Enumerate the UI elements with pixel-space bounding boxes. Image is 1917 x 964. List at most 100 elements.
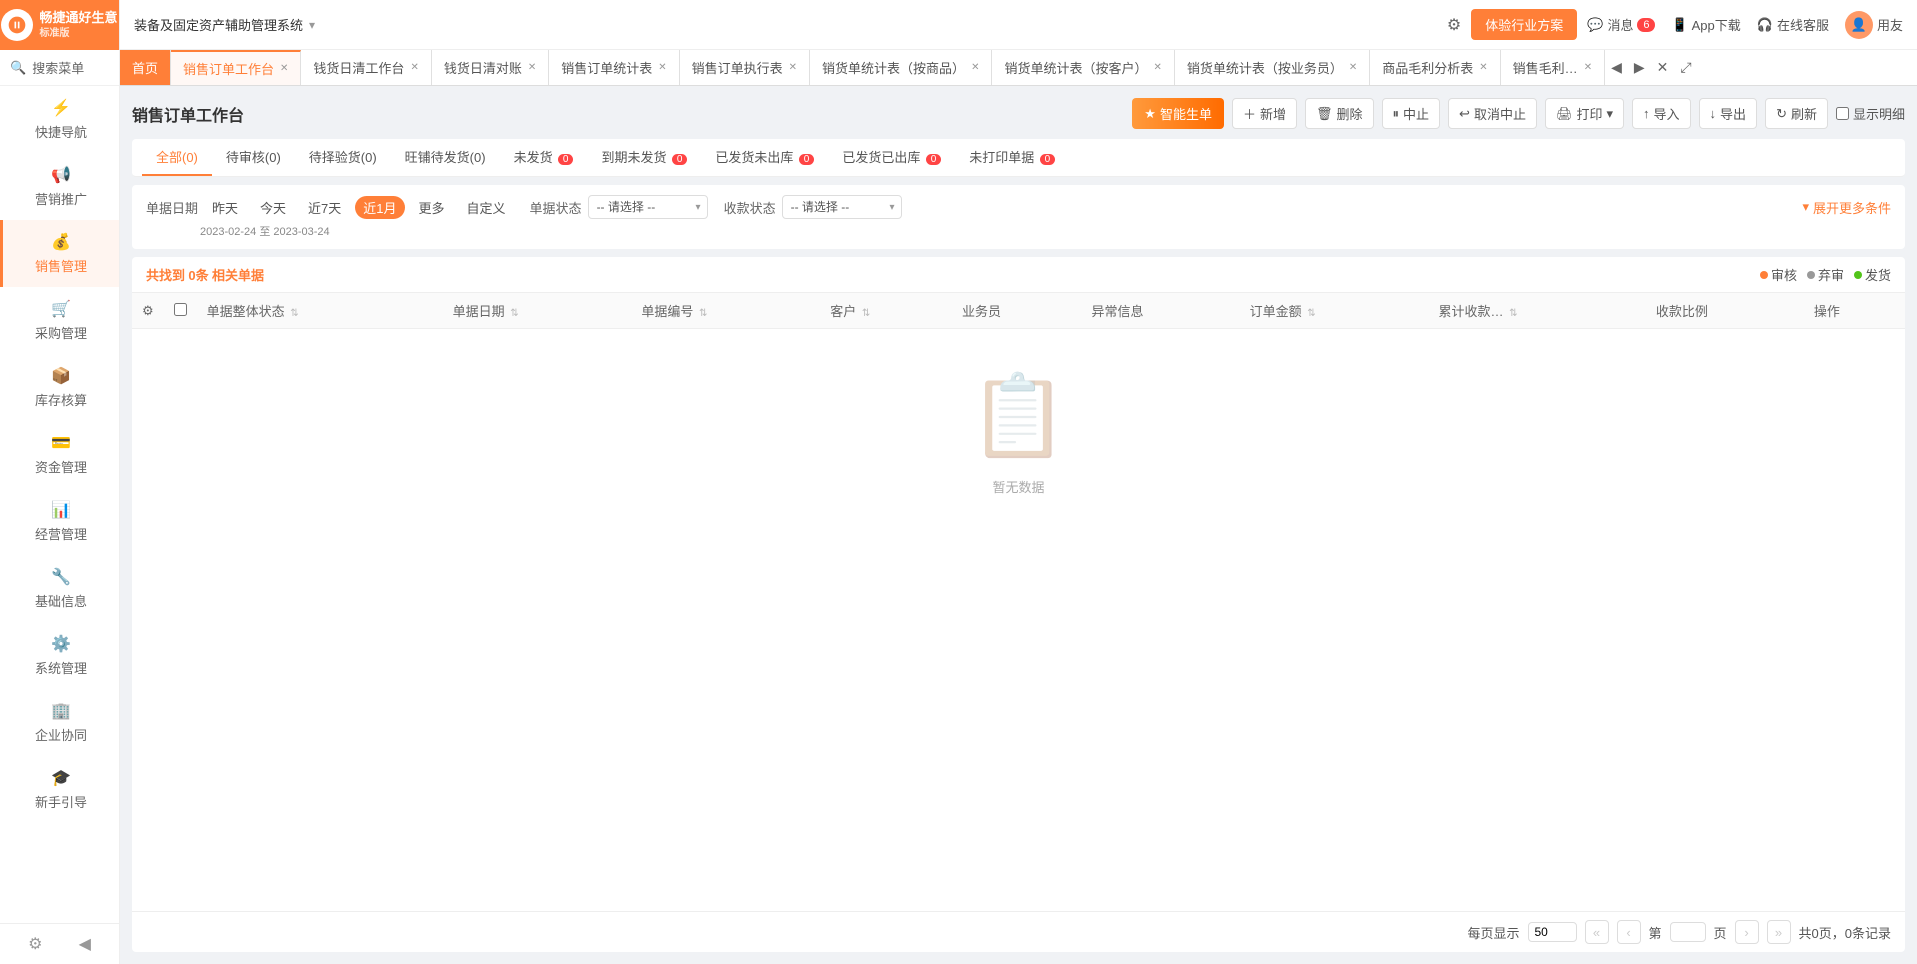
collapse-icon[interactable]: ◀	[79, 934, 91, 954]
date-btn-custom[interactable]: 自定义	[459, 196, 514, 219]
tab-close-sales-stats[interactable]: ✕	[658, 62, 666, 73]
pagination-first-btn[interactable]: «	[1585, 920, 1609, 944]
discard-action-btn[interactable]: 弃审	[1807, 265, 1844, 284]
date-btn-yesterday[interactable]: 昨天	[204, 196, 246, 219]
tab-maximize[interactable]: ⤢	[1674, 50, 1697, 86]
sort-icon[interactable]: ⇅	[290, 308, 298, 319]
date-btn-7days[interactable]: 近7天	[300, 196, 349, 219]
sidebar-item-system[interactable]: ⚙️ 系统管理	[0, 622, 119, 689]
sidebar-logo: 畅捷通好生意 标准版	[0, 0, 119, 50]
pagination-prev-btn[interactable]: ‹	[1617, 920, 1641, 944]
tab-home[interactable]: 首页	[120, 50, 171, 86]
tab-close-cash-reconcile[interactable]: ✕	[528, 62, 536, 73]
tab-cash-reconcile[interactable]: 钱货日清对账 ✕	[432, 50, 549, 86]
sort-amount-icon[interactable]: ⇅	[1307, 308, 1315, 319]
ship-action-btn[interactable]: 发货	[1854, 265, 1891, 284]
filter-payment-select[interactable]: -- 请选择 --	[782, 195, 902, 219]
subtab-all[interactable]: 全部(0)	[142, 139, 212, 176]
pagination: 每页显示 10 20 50 100 « ‹ 第 1 页 › » 共0页，0条记录	[132, 911, 1905, 952]
tab-nav-next[interactable]: ▶	[1628, 50, 1651, 86]
tab-sales-customer[interactable]: 销货单统计表（按客户） ✕	[992, 50, 1174, 86]
sidebar-item-basic[interactable]: 🔧 基础信息	[0, 555, 119, 622]
tab-sales-staff[interactable]: 销货单统计表（按业务员） ✕	[1175, 50, 1370, 86]
tab-cash-daily[interactable]: 钱货日清工作台 ✕	[301, 50, 431, 86]
tab-close-all[interactable]: ✕	[1651, 50, 1675, 86]
per-page-select[interactable]: 10 20 50 100	[1528, 922, 1577, 942]
date-btn-1month[interactable]: 近1月	[355, 196, 404, 219]
subtab-pending-inspection[interactable]: 待择验货(0)	[295, 139, 391, 176]
empty-icon: 📋	[969, 369, 1069, 463]
sidebar-item-guide[interactable]: 🎓 新手引导	[0, 756, 119, 823]
date-btn-today[interactable]: 今天	[252, 196, 294, 219]
tab-close-gross-profit[interactable]: ✕	[1479, 62, 1487, 73]
sort-date-icon[interactable]: ⇅	[510, 308, 518, 319]
col-checkbox-header[interactable]	[164, 293, 197, 329]
filter-status-select[interactable]: -- 请选择 --	[588, 195, 708, 219]
import-button[interactable]: ↑ 导入	[1632, 98, 1691, 129]
sidebar-item-purchase[interactable]: 🛒 采购管理	[0, 287, 119, 354]
message-item[interactable]: 💬 消息 6	[1587, 15, 1655, 34]
select-all-checkbox[interactable]	[174, 303, 187, 316]
tab-sales-product[interactable]: 销货单统计表（按商品） ✕	[810, 50, 992, 86]
sidebar-search[interactable]: 🔍 搜索菜单	[0, 50, 119, 86]
online-service-item[interactable]: 🎧 在线客服	[1757, 15, 1829, 34]
subtab-not-printed[interactable]: 未打印单据 0	[955, 139, 1069, 176]
review-action-btn[interactable]: 审核	[1760, 265, 1797, 284]
filter-expand-btn[interactable]: ▾ 展开更多条件	[1802, 198, 1891, 217]
tab-close-sales-order[interactable]: ✕	[280, 63, 288, 74]
tab-close-sales-exec[interactable]: ✕	[789, 62, 797, 73]
pagination-last-btn[interactable]: »	[1767, 920, 1791, 944]
refresh-button[interactable]: ↻ 刷新	[1765, 98, 1828, 129]
sort-received-icon[interactable]: ⇅	[1509, 308, 1517, 319]
sidebar-item-inventory[interactable]: 📦 库存核算	[0, 354, 119, 421]
tab-nav-prev[interactable]: ◀	[1605, 50, 1628, 86]
col-settings[interactable]: ⚙	[132, 293, 164, 329]
tab-close-sales-gross[interactable]: ✕	[1584, 62, 1592, 73]
tab-gross-profit[interactable]: 商品毛利分析表 ✕	[1370, 50, 1500, 86]
tab-sales-order[interactable]: 销售订单工作台 ✕	[171, 50, 301, 86]
tab-close-sales-staff[interactable]: ✕	[1349, 62, 1357, 73]
delete-button[interactable]: 🗑 删除	[1305, 98, 1374, 129]
sidebar-item-marketing[interactable]: 📢 营销推广	[0, 153, 119, 220]
smart-gen-button[interactable]: ★ 智能生单	[1132, 98, 1224, 129]
tab-close-cash-daily[interactable]: ✕	[410, 62, 418, 73]
tab-close-sales-customer[interactable]: ✕	[1153, 62, 1161, 73]
subtab-badge-overdue: 0	[672, 154, 688, 165]
sidebar-item-finance[interactable]: 💳 资金管理	[0, 421, 119, 488]
subtab-pending-review[interactable]: 待审核(0)	[212, 139, 295, 176]
subtab-overdue-not-shipped[interactable]: 到期未发货 0	[587, 139, 701, 176]
solution-button[interactable]: 体验行业方案	[1471, 9, 1577, 40]
subtab-badge-not-shipped: 0	[558, 154, 574, 165]
add-button[interactable]: ＋ 新增	[1232, 98, 1297, 129]
subtab-not-shipped[interactable]: 未发货 0	[500, 139, 588, 176]
show-detail-checkbox[interactable]	[1836, 107, 1849, 120]
sidebar-item-sales[interactable]: 💰 销售管理	[0, 220, 119, 287]
export-button[interactable]: ↓ 导出	[1699, 98, 1758, 129]
cancel-pause-button[interactable]: ↩ 取消中止	[1448, 98, 1537, 129]
sidebar-item-enterprise[interactable]: 🏢 企业协同	[0, 689, 119, 756]
pause-button[interactable]: ⏸ 中止	[1382, 98, 1441, 129]
pagination-next-btn[interactable]: ›	[1735, 920, 1759, 944]
tab-sales-exec[interactable]: 销售订单执行表 ✕	[680, 50, 810, 86]
sidebar-item-operations[interactable]: 📊 经营管理	[0, 488, 119, 555]
sort-customer-icon[interactable]: ⇅	[862, 308, 870, 319]
settings-icon[interactable]: ⚙	[28, 934, 42, 954]
print-button[interactable]: 🖨 打印 ▾	[1545, 98, 1624, 129]
sort-number-icon[interactable]: ⇅	[699, 308, 707, 319]
subtab-shipped-not-out[interactable]: 已发货未出库 0	[701, 139, 828, 176]
col-number: 单据编号 ⇅	[631, 293, 820, 329]
subtab-wangpu-pending[interactable]: 旺铺待发货(0)	[391, 139, 500, 176]
user-item[interactable]: 👤 用友	[1845, 11, 1903, 39]
tab-sales-gross[interactable]: 销售毛利… ✕	[1501, 50, 1605, 86]
tab-sales-stats[interactable]: 销售订单统计表 ✕	[549, 50, 679, 86]
app-download-item[interactable]: 📱 App下载	[1671, 15, 1740, 34]
date-btn-more[interactable]: 更多	[411, 196, 453, 219]
filter-status-select-wrap: -- 请选择 --	[588, 195, 708, 219]
topbar-settings-icon[interactable]: ⚙	[1447, 15, 1461, 35]
show-detail-label[interactable]: 显示明细	[1836, 104, 1905, 123]
subtab-shipped-out[interactable]: 已发货已出库 0	[828, 139, 955, 176]
pagination-page-input[interactable]: 1	[1670, 922, 1706, 942]
sidebar-item-quick-nav[interactable]: ⚡ 快捷导航	[0, 86, 119, 153]
table-wrap: ⚙ 单据整体状态 ⇅ 单据日期 ⇅ 单据编号 ⇅ 客户 ⇅ 业务员 异常信息 订…	[132, 293, 1905, 911]
tab-close-sales-product[interactable]: ✕	[971, 62, 979, 73]
